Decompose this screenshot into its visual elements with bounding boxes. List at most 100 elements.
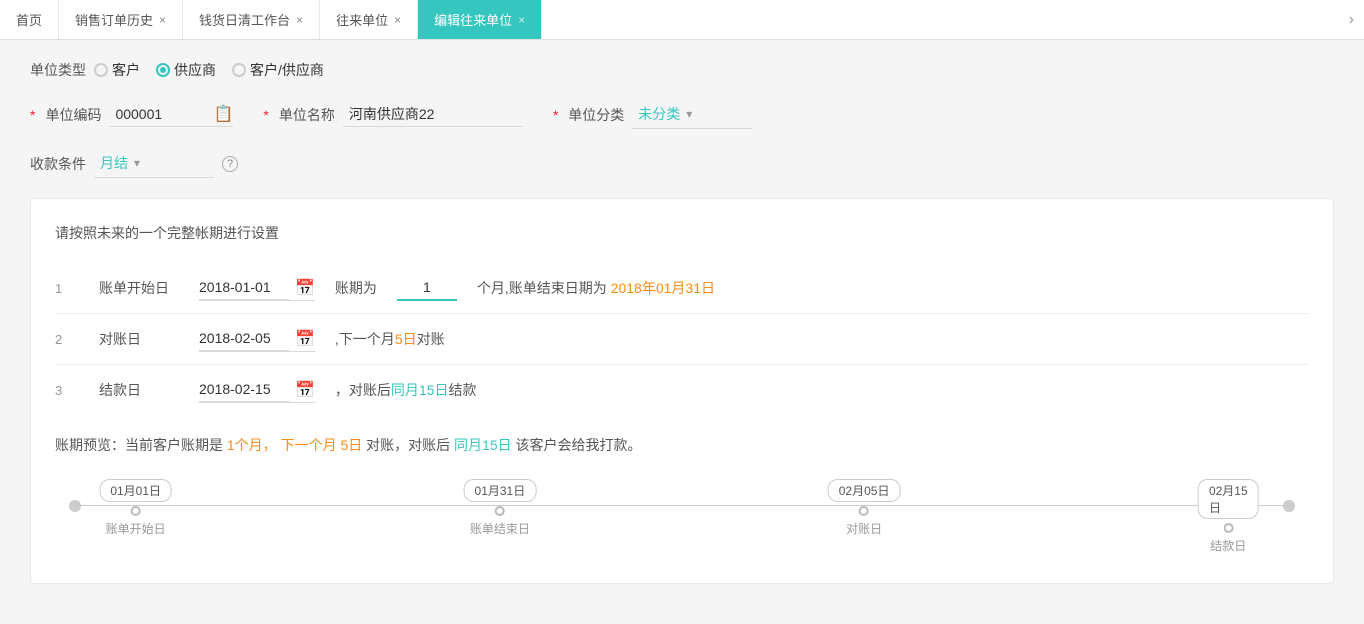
radio-customer-label: 客户 xyxy=(112,60,140,80)
radio-both-label: 客户/供应商 xyxy=(250,60,324,80)
step-3-num: 3 xyxy=(55,383,79,398)
step-row-1: 1 账单开始日 📅 账期为 个月,账单结束日期为 2018年01月31日 xyxy=(55,263,1309,314)
tab-partner-units-label: 往来单位 xyxy=(336,10,388,29)
step-1-desc-before: 账期为 xyxy=(335,278,377,298)
unit-name-field: * 单位名称 xyxy=(263,102,522,127)
radio-both-circle xyxy=(232,63,246,77)
timeline-point-1-label: 账单开始日 xyxy=(106,520,166,537)
timeline-point-2-dot xyxy=(495,506,505,516)
step-3-name: 结款日 xyxy=(99,380,179,400)
payment-terms-field: 收款条件 月结 ▾ ? xyxy=(30,149,238,178)
step-2-calendar-icon[interactable]: 📅 xyxy=(295,329,315,349)
step-1-name: 账单开始日 xyxy=(99,278,179,298)
payment-terms-select[interactable]: 月结 ▾ xyxy=(94,149,214,178)
timeline-point-4-label: 结款日 xyxy=(1210,537,1246,554)
timeline-point-4: 02月15日 结款日 xyxy=(1198,479,1259,554)
tab-cash-workbench-close[interactable]: × xyxy=(296,13,303,27)
radio-supplier-circle xyxy=(156,63,170,77)
timeline-point-3-label: 对账日 xyxy=(846,520,882,537)
unit-category-label: 单位分类 xyxy=(568,105,624,125)
step-2-date-input[interactable] xyxy=(199,326,289,351)
unit-category-select[interactable]: 未分类 ▾ xyxy=(632,100,752,129)
unit-code-input[interactable] xyxy=(109,102,209,126)
tab-sales-history-label: 销售订单历史 xyxy=(75,10,153,29)
payment-terms-chevron-icon: ▾ xyxy=(134,156,140,170)
unit-type-row: 单位类型 客户 供应商 客户/供应商 xyxy=(30,60,1334,80)
timeline-point-1-dot xyxy=(131,506,141,516)
payment-terms-help-icon[interactable]: ? xyxy=(222,156,238,172)
preview-section: 账期预览：当前客户账期是 1个月， 下一个月 5日 对账，对账后 同月15日 该… xyxy=(55,435,1309,559)
tabs-bar: 首页 销售订单历史 × 钱货日清工作台 × 往来单位 × 编辑往来单位 × › xyxy=(0,0,1364,40)
step-3-desc: ，对账后同月15日结款 xyxy=(335,380,477,400)
timeline: 01月01日 账单开始日 01月31日 账单结束日 02月05日 对账日 xyxy=(75,479,1289,559)
timeline-point-2-label: 账单结束日 xyxy=(470,520,530,537)
unit-type-radio-group: 客户 供应商 客户/供应商 xyxy=(94,60,324,80)
radio-both[interactable]: 客户/供应商 xyxy=(232,60,324,80)
unit-name-label: 单位名称 xyxy=(279,105,335,125)
timeline-point-4-badge: 02月15日 xyxy=(1198,479,1259,519)
tab-edit-partner[interactable]: 编辑往来单位 × xyxy=(418,0,542,39)
settings-card: 请按照未来的一个完整帐期进行设置 1 账单开始日 📅 账期为 个月,账单结束日期… xyxy=(30,198,1334,584)
main-content: 单位类型 客户 供应商 客户/供应商 * 单位编码 xyxy=(0,40,1364,624)
timeline-point-1: 01月01日 账单开始日 xyxy=(99,479,172,537)
tab-edit-partner-close[interactable]: × xyxy=(518,13,525,27)
step-1-date-input[interactable] xyxy=(199,275,289,300)
step-1-date-wrapper: 📅 xyxy=(199,275,315,301)
preview-period: 1个月， xyxy=(227,437,277,453)
preview-end: 该客户会给我打款。 xyxy=(516,437,642,453)
step-2-name: 对账日 xyxy=(99,329,179,349)
preview-text: 账期预览：当前客户账期是 1个月， 下一个月 5日 对账，对账后 同月15日 该… xyxy=(55,435,1309,455)
period-input[interactable] xyxy=(397,275,457,301)
preview-label: 账期预览：当前客户账期是 xyxy=(55,437,223,453)
timeline-dot-right xyxy=(1283,500,1295,512)
step-1-desc-after-text: 个月,账单结束日期为 xyxy=(477,280,607,296)
unit-code-required: * xyxy=(30,107,35,123)
unit-category-value: 未分类 xyxy=(638,104,680,124)
tab-home[interactable]: 首页 xyxy=(0,0,59,39)
unit-category-field: * 单位分类 未分类 ▾ xyxy=(553,100,752,129)
step-2-highlight: 5日 xyxy=(395,331,417,347)
steps-table: 1 账单开始日 📅 账期为 个月,账单结束日期为 2018年01月31日 2 对… xyxy=(55,263,1309,415)
preview-reconcile: 5日 xyxy=(340,437,362,453)
preview-reconcile-prefix: 下一个月 xyxy=(281,437,337,453)
tab-partner-units[interactable]: 往来单位 × xyxy=(320,0,418,39)
preview-payment: 同月15日 xyxy=(454,437,512,453)
unit-code-label: 单位编码 xyxy=(45,105,101,125)
radio-supplier[interactable]: 供应商 xyxy=(156,60,216,80)
tabs-more-button[interactable]: › xyxy=(1339,0,1364,39)
tab-sales-history[interactable]: 销售订单历史 × xyxy=(59,0,183,39)
preview-reconcile-suffix: 对账，对账后 xyxy=(366,437,450,453)
payment-terms-value: 月结 xyxy=(100,153,128,173)
step-1-num: 1 xyxy=(55,281,79,296)
payment-terms-label: 收款条件 xyxy=(30,154,86,174)
unit-code-calendar-icon[interactable]: 📋 xyxy=(213,104,233,124)
unit-code-input-wrapper: 📋 xyxy=(109,102,233,127)
radio-customer[interactable]: 客户 xyxy=(94,60,140,80)
tab-cash-workbench[interactable]: 钱货日清工作台 × xyxy=(183,0,320,39)
timeline-point-3-badge: 02月05日 xyxy=(828,479,901,502)
step-3-desc-after: 结款 xyxy=(449,382,477,398)
unit-category-chevron-icon: ▾ xyxy=(686,107,692,121)
radio-supplier-label: 供应商 xyxy=(174,60,216,80)
step-3-date-wrapper: 📅 xyxy=(199,377,315,403)
unit-type-field: 单位类型 客户 供应商 客户/供应商 xyxy=(30,60,324,80)
timeline-point-2-badge: 01月31日 xyxy=(464,479,537,502)
step-2-desc-after: 对账 xyxy=(417,331,445,347)
step-1-calendar-icon[interactable]: 📅 xyxy=(295,278,315,298)
step-3-date-input[interactable] xyxy=(199,377,289,402)
tab-partner-units-close[interactable]: × xyxy=(394,13,401,27)
step-3-desc-before: ，对账后 xyxy=(335,382,391,398)
unit-code-field: * 单位编码 📋 xyxy=(30,102,233,127)
unit-category-required: * xyxy=(553,107,558,123)
step-3-calendar-icon[interactable]: 📅 xyxy=(295,380,315,400)
unit-type-label: 单位类型 xyxy=(30,60,86,80)
step-1-desc-after: 个月,账单结束日期为 2018年01月31日 xyxy=(477,278,715,298)
unit-name-input[interactable] xyxy=(343,102,523,127)
payment-terms-row: 收款条件 月结 ▾ ? xyxy=(30,149,1334,178)
unit-info-row: * 单位编码 📋 * 单位名称 * 单位分类 未分类 ▾ xyxy=(30,100,1334,129)
step-2-desc-before: ,下一个月 xyxy=(335,331,395,347)
step-row-3: 3 结款日 📅 ，对账后同月15日结款 xyxy=(55,365,1309,415)
step-2-date-wrapper: 📅 xyxy=(199,326,315,352)
step-1-end-date: 2018年01月31日 xyxy=(611,280,715,296)
tab-sales-history-close[interactable]: × xyxy=(159,13,166,27)
